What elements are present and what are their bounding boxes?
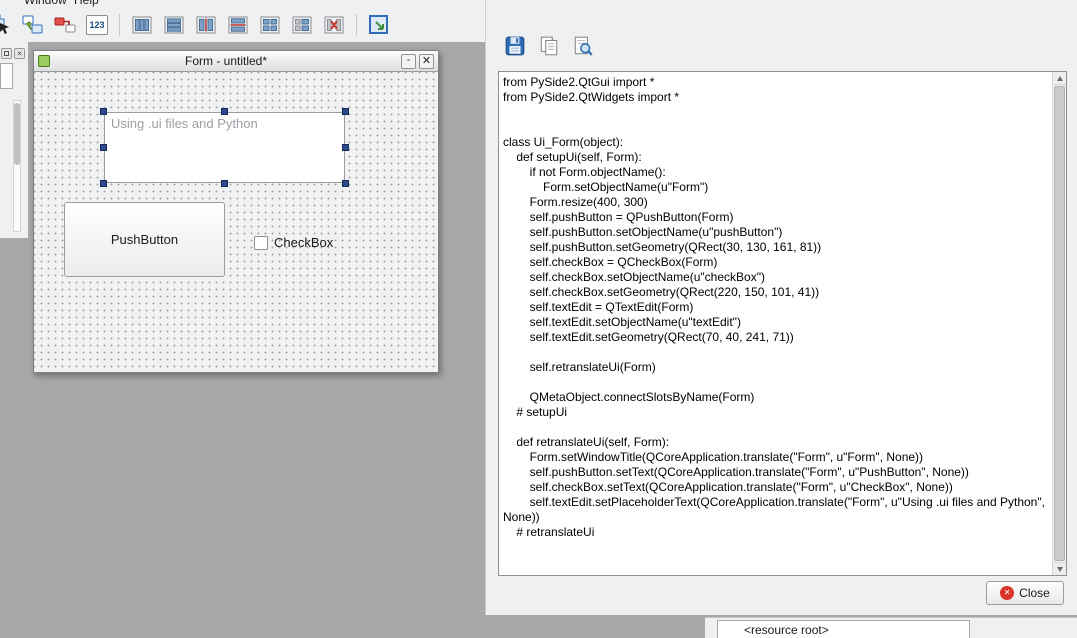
edit-buddies-glyph (53, 13, 77, 37)
toolbar-separator (356, 14, 357, 36)
layout-vertically-icon[interactable] (161, 12, 187, 38)
main-toolbar: 123 (0, 8, 395, 42)
form-canvas[interactable]: Using .ui files and Python PushButton Ch… (34, 72, 438, 372)
dock-buttons: ✕ (0, 42, 28, 63)
resource-root-item[interactable]: <resource root> (717, 620, 970, 638)
code-preview-dialog: from PySide2.QtGui import * from PySide2… (485, 0, 1077, 615)
code-text: from PySide2.QtGui import * from PySide2… (503, 75, 1048, 572)
edit-buddies-icon[interactable] (52, 12, 78, 38)
find-icon[interactable] (570, 33, 596, 59)
layout-horizontally-icon[interactable] (129, 12, 155, 38)
dock-float-icon[interactable] (1, 48, 12, 59)
code-dialog-toolbar (502, 33, 596, 59)
widget-filter-input[interactable] (0, 63, 13, 89)
dock-scrollbar-thumb[interactable] (14, 103, 20, 165)
checkbox-indicator (254, 236, 268, 250)
menu-help[interactable]: Help (74, 0, 99, 7)
form-window-title: Form - untitled* (54, 54, 398, 68)
minimize-button[interactable]: - (401, 54, 416, 69)
resize-handle-left[interactable] (100, 144, 107, 151)
resize-handle-right[interactable] (342, 144, 349, 151)
layout-splitter-vertical-icon[interactable] (225, 12, 251, 38)
layout-splitter-vertical-glyph (227, 14, 249, 36)
save-glyph (504, 35, 526, 57)
code-scrollbar[interactable] (1052, 72, 1066, 575)
find-glyph (572, 35, 594, 57)
code-view[interactable]: from PySide2.QtGui import * from PySide2… (498, 71, 1067, 576)
layout-form-glyph (291, 14, 313, 36)
close-button[interactable]: ✕ (419, 54, 434, 69)
checkbox-widget[interactable]: CheckBox (254, 222, 355, 263)
break-layout-icon[interactable] (321, 12, 347, 38)
form-window: Form - untitled* - ✕ Using .ui files and… (33, 50, 439, 373)
edit-signals-slots-icon[interactable] (20, 12, 46, 38)
form-window-icon (38, 55, 50, 67)
resize-handle-top-left[interactable] (100, 108, 107, 115)
form-window-titlebar[interactable]: Form - untitled* - ✕ (34, 51, 438, 72)
checkbox-label: CheckBox (274, 235, 333, 250)
save-icon[interactable] (502, 33, 528, 59)
triangle-up-glyph (1057, 76, 1063, 81)
tab-order-label: 123 (86, 15, 108, 35)
layout-splitter-horizontal-glyph (195, 14, 217, 36)
resize-handle-top[interactable] (221, 108, 228, 115)
code-scrollbar-thumb[interactable] (1054, 86, 1065, 561)
edit-signals-slots-glyph (21, 13, 45, 37)
resource-browser-clipped: <resource root> (705, 617, 1077, 638)
widget-box-dock-clipped: ✕ (0, 42, 28, 238)
dock-scrollbar[interactable] (13, 100, 21, 232)
close-circle-icon: ✕ (1000, 586, 1014, 600)
resize-handle-bottom-right[interactable] (342, 180, 349, 187)
scroll-down-icon[interactable] (1053, 562, 1066, 575)
float-glyph (4, 51, 9, 56)
menu-window[interactable]: Window (24, 0, 67, 7)
layout-grid-glyph (259, 14, 281, 36)
menubar: Window Help (0, 0, 485, 8)
copy-glyph (538, 35, 560, 57)
qt-designer-screen: Window Help 1 (0, 0, 1077, 638)
triangle-down-glyph (1057, 567, 1063, 572)
edit-widgets-glyph (0, 13, 13, 37)
scroll-up-icon[interactable] (1053, 72, 1066, 85)
resize-handle-bottom[interactable] (221, 180, 228, 187)
layout-form-icon[interactable] (289, 12, 315, 38)
resize-handle-top-right[interactable] (342, 108, 349, 115)
adjust-size-icon[interactable] (366, 12, 392, 38)
layout-vertically-glyph (163, 14, 185, 36)
copy-icon[interactable] (536, 33, 562, 59)
break-layout-glyph (323, 14, 345, 36)
layout-grid-icon[interactable] (257, 12, 283, 38)
edit-widgets-icon[interactable] (0, 12, 14, 38)
close-button-label: Close (1019, 586, 1050, 600)
toolbar-separator (119, 14, 120, 36)
pushbutton-widget[interactable]: PushButton (64, 202, 225, 277)
layout-splitter-horizontal-icon[interactable] (193, 12, 219, 38)
dock-close-icon[interactable]: ✕ (14, 48, 25, 59)
edit-tab-order-icon[interactable]: 123 (84, 12, 110, 38)
textedit-widget[interactable]: Using .ui files and Python (104, 112, 345, 183)
resize-handle-bottom-left[interactable] (100, 180, 107, 187)
adjust-size-glyph (367, 13, 391, 37)
close-dialog-button[interactable]: ✕ Close (986, 581, 1064, 605)
layout-horizontally-glyph (131, 14, 153, 36)
